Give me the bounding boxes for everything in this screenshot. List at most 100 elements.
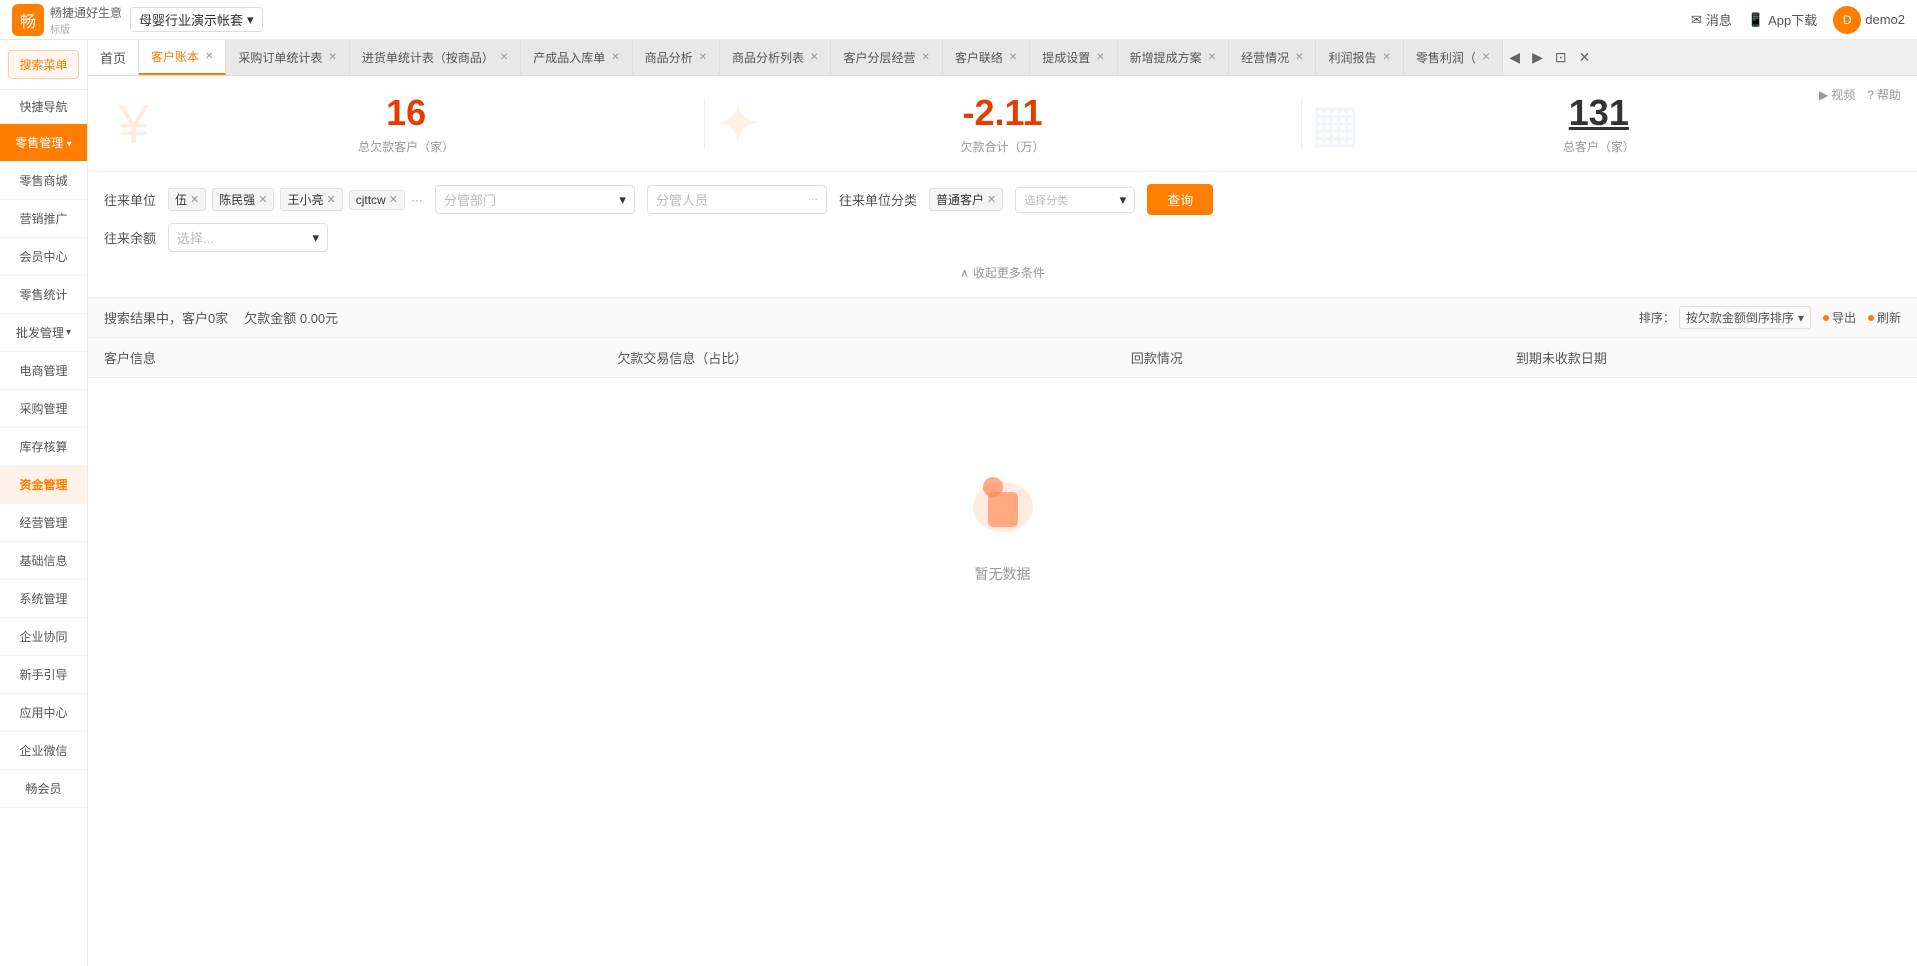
tab-stock-stats[interactable]: 进货单统计表（按商品） ✕: [350, 40, 521, 75]
tab-new-commission[interactable]: 新增提成方案 ✕: [1118, 40, 1229, 75]
quick-nav-button[interactable]: 快捷导航: [0, 90, 87, 124]
empty-text: 暂无数据: [975, 564, 1031, 584]
tab-close-icon[interactable]: ✕: [810, 52, 818, 63]
app-download-button[interactable]: 📱 App下载: [1748, 10, 1817, 29]
tab-close-icon[interactable]: ✕: [500, 52, 508, 63]
query-button[interactable]: 查询: [1147, 184, 1213, 215]
search-menu-button[interactable]: 搜索菜单: [8, 50, 79, 79]
sidebar-item-label: 电商管理: [19, 364, 67, 378]
sidebar-item-member-center[interactable]: 会员中心: [0, 238, 87, 276]
sidebar-item-basic-info[interactable]: 基础信息: [0, 542, 87, 580]
tab-close-icon[interactable]: ✕: [1295, 52, 1303, 63]
sidebar-item-marketing[interactable]: 营销推广: [0, 200, 87, 238]
col-customer-info: 客户信息: [104, 348, 617, 367]
filter-tag-chenminqiang[interactable]: 陈民强 ✕: [212, 188, 274, 211]
tab-nav-prev[interactable]: ◀: [1503, 40, 1526, 75]
logo-area: 畅 畅捷通好生意 标版: [12, 4, 122, 36]
tab-product-stock[interactable]: 产成品入库单 ✕: [521, 40, 632, 75]
system-selector[interactable]: 母婴行业演示帐套 ▾: [130, 7, 263, 32]
user-avatar-area[interactable]: D demo2: [1833, 6, 1905, 34]
tab-nav-close-all[interactable]: ✕: [1573, 40, 1597, 75]
tab-close-icon[interactable]: ✕: [1009, 52, 1017, 63]
sidebar-item-purchase-mgmt[interactable]: 采购管理: [0, 390, 87, 428]
refresh-button[interactable]: 刷新: [1868, 309, 1901, 326]
stat-overdue-customers: ¥ 16 总欠款客户（家）: [108, 92, 704, 155]
filter-more-tags[interactable]: ···: [411, 193, 423, 207]
sidebar-item-label: 企业协同: [19, 630, 67, 644]
sidebar-item-label: 零售商城: [19, 174, 67, 188]
filter-category-tags: 普通客户 ✕: [929, 188, 1003, 211]
filter-balance-select[interactable]: 选择... ▾: [168, 223, 328, 252]
filter-person-input[interactable]: 分管人员 ···: [647, 185, 827, 214]
sort-select[interactable]: 按欠款金额倒序排序 ▾: [1679, 306, 1811, 329]
sidebar-item-ecommerce[interactable]: 电商管理: [0, 352, 87, 390]
sidebar-item-label: 资金管理: [19, 478, 67, 492]
tab-customer-contact[interactable]: 客户联络 ✕: [943, 40, 1030, 75]
sidebar-item-retail-mall[interactable]: 零售商城: [0, 162, 87, 200]
top-bar: 畅 畅捷通好生意 标版 母婴行业演示帐套 ▾ ✉ 消息 📱 App下载 D de…: [0, 0, 1917, 40]
stat-label-overdue-amount: 欠款合计（万）: [960, 138, 1044, 155]
tab-close-icon[interactable]: ✕: [611, 52, 619, 63]
sidebar-item-operation[interactable]: 经营管理: [0, 504, 87, 542]
result-bar: 搜索结果中，客户0家 欠款金额 0.00元 排序： 按欠款金额倒序排序 ▾ 导出: [88, 298, 1917, 338]
sidebar-item-member-vip[interactable]: 畅会员: [0, 770, 87, 808]
filter-category-select[interactable]: 选择分类 ▾: [1015, 187, 1135, 213]
tab-nav-expand[interactable]: ⊡: [1549, 40, 1573, 75]
remove-tag-cjttcw[interactable]: ✕: [389, 193, 398, 206]
sidebar-item-enterprise-wx[interactable]: 企业微信: [0, 732, 87, 770]
tab-business-status[interactable]: 经营情况 ✕: [1229, 40, 1316, 75]
sidebar-item-label: 采购管理: [19, 402, 67, 416]
tab-retail-profit[interactable]: 零售利润（ ✕: [1404, 40, 1503, 75]
export-button[interactable]: 导出: [1823, 309, 1856, 326]
sidebar-item-retail-stats[interactable]: 零售统计: [0, 276, 87, 314]
sidebar-item-label: 库存核算: [19, 440, 67, 454]
empty-illustration: [963, 472, 1043, 552]
collapse-filters-button[interactable]: ∧ 收起更多条件: [104, 260, 1901, 285]
tab-purchase-order[interactable]: 采购订单统计表 ✕: [226, 40, 349, 75]
filter-tag-normal-customer[interactable]: 普通客户 ✕: [929, 188, 1003, 211]
sidebar-item-app-center[interactable]: 应用中心: [0, 694, 87, 732]
tab-close-icon[interactable]: ✕: [1208, 52, 1216, 63]
stat-bg-icon-2: ✦: [714, 91, 761, 157]
remove-tag-normal-customer[interactable]: ✕: [987, 193, 996, 206]
sidebar-item-newbie[interactable]: 新手引导: [0, 656, 87, 694]
tab-bar: 首页 客户账本 ✕ 采购订单统计表 ✕ 进货单统计表（按商品） ✕ 产成品入库单…: [88, 40, 1917, 76]
tab-customer-layer[interactable]: 客户分层经营 ✕: [831, 40, 942, 75]
chevron-down-icon: ▾: [312, 230, 319, 246]
tab-goods-analysis-list[interactable]: 商品分析列表 ✕: [720, 40, 831, 75]
tab-home[interactable]: 首页: [88, 40, 139, 75]
messages-button[interactable]: ✉ 消息: [1691, 10, 1732, 29]
main-layout: 搜索菜单 快捷导航 零售管理 ▾ 零售商城 营销推广 会员中心 零售统计 批发管…: [0, 40, 1917, 966]
filter-tag-wangxiaoliang[interactable]: 王小亮 ✕: [280, 188, 342, 211]
table-header: 客户信息 欠款交易信息（占比） 回款情况 到期未收款日期: [88, 338, 1917, 378]
empty-state: 暂无数据: [943, 412, 1063, 644]
sidebar-item-inventory[interactable]: 库存核算: [0, 428, 87, 466]
sidebar-item-label: 会员中心: [19, 250, 67, 264]
sidebar-item-system-mgmt[interactable]: 系统管理: [0, 580, 87, 618]
sidebar-item-label: 应用中心: [19, 706, 67, 720]
sidebar-item-label: 营销推广: [19, 212, 67, 226]
sidebar-item-finance[interactable]: 资金管理: [0, 466, 87, 504]
tab-customer-ledger[interactable]: 客户账本 ✕: [139, 40, 226, 75]
tab-close-icon[interactable]: ✕: [1383, 52, 1391, 63]
tab-close-icon[interactable]: ✕: [921, 52, 929, 63]
tab-close-icon[interactable]: ✕: [205, 51, 213, 62]
sidebar-item-batch-mgmt[interactable]: 批发管理 ▾: [0, 314, 87, 352]
filter-tag-cjttcw[interactable]: cjttcw ✕: [349, 190, 405, 210]
sidebar: 搜索菜单 快捷导航 零售管理 ▾ 零售商城 营销推广 会员中心 零售统计 批发管…: [0, 40, 88, 966]
tab-close-icon[interactable]: ✕: [699, 52, 707, 63]
tab-commission-setting[interactable]: 提成设置 ✕: [1030, 40, 1117, 75]
filter-tag-wu[interactable]: 伍 ✕: [168, 188, 206, 211]
tab-close-icon[interactable]: ✕: [1482, 52, 1490, 63]
remove-tag-wangxiaoliang[interactable]: ✕: [327, 193, 336, 206]
sidebar-item-enterprise[interactable]: 企业协同: [0, 618, 87, 656]
tab-goods-analysis[interactable]: 商品分析 ✕: [633, 40, 720, 75]
tab-profit-report[interactable]: 利润报告 ✕: [1316, 40, 1403, 75]
remove-tag-wu[interactable]: ✕: [190, 193, 199, 206]
remove-tag-chenminqiang[interactable]: ✕: [258, 193, 267, 206]
tab-close-icon[interactable]: ✕: [328, 52, 336, 63]
tab-close-icon[interactable]: ✕: [1096, 52, 1104, 63]
sidebar-item-retail-mgmt[interactable]: 零售管理 ▾: [0, 124, 87, 162]
tab-nav-next[interactable]: ▶: [1526, 40, 1549, 75]
filter-dept-select[interactable]: 分管部门 ▾: [435, 185, 635, 214]
